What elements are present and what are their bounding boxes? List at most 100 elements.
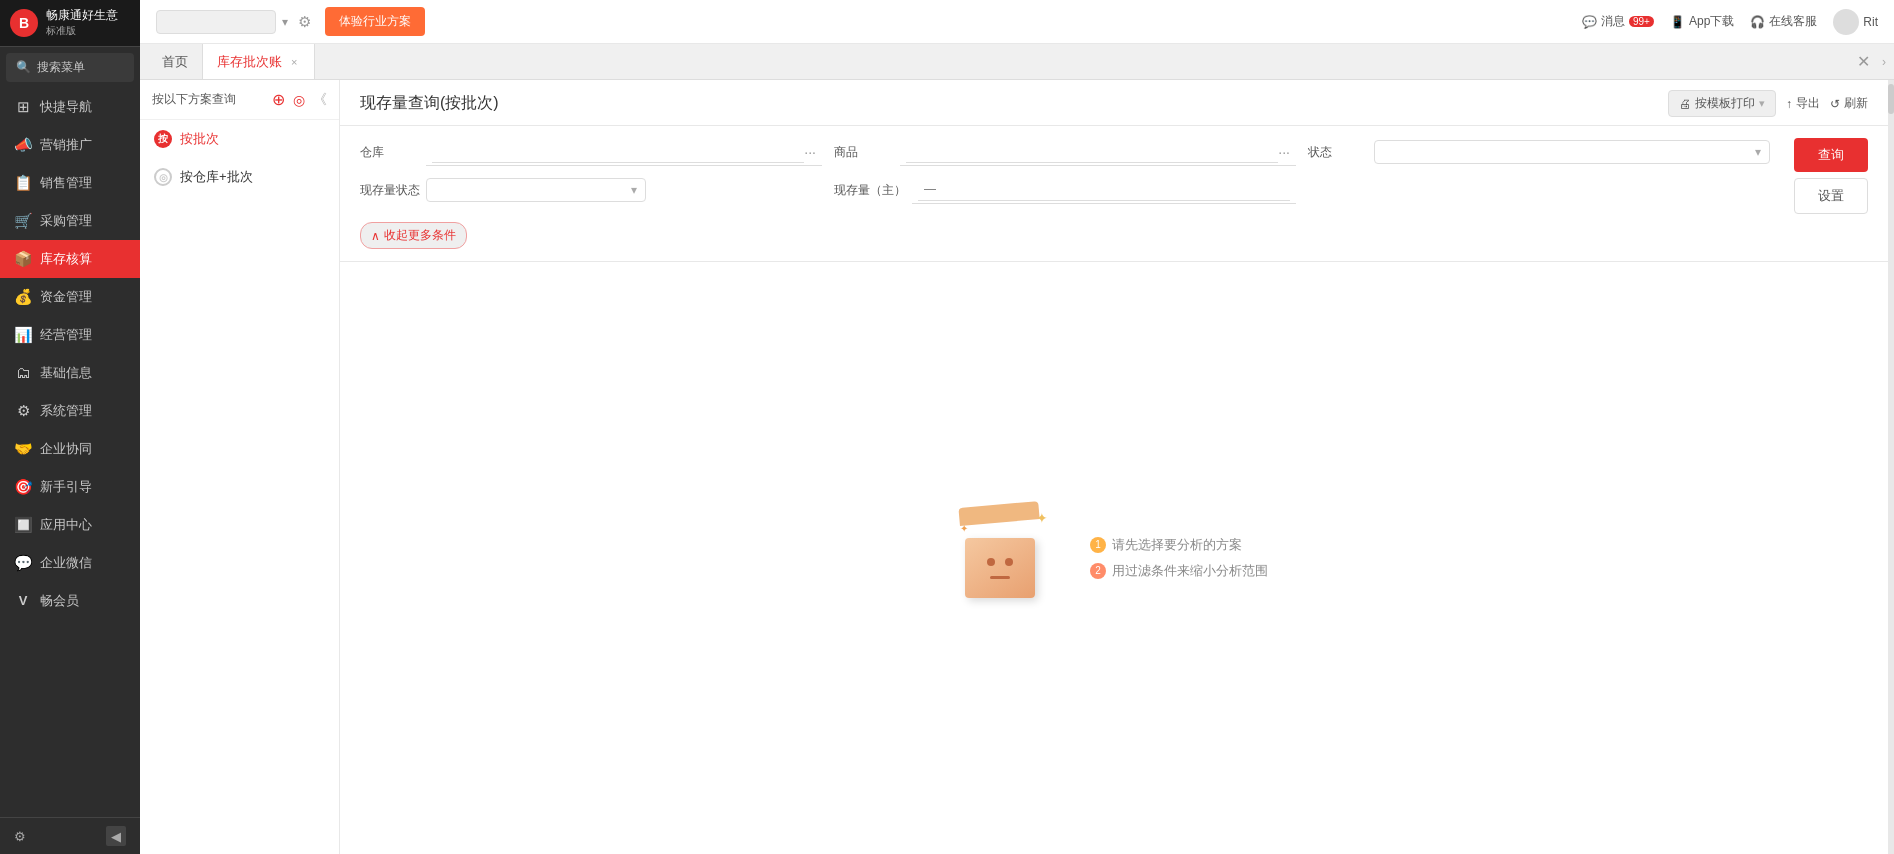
tip-text-2: 用过滤条件来缩小分析范围	[1112, 558, 1268, 584]
scroll-thumb[interactable]	[1888, 84, 1894, 114]
nav-label: 库存核算	[40, 250, 92, 268]
sidebar-item-guide[interactable]: 🎯 新手引导	[0, 468, 140, 506]
export-btn[interactable]: ↑ 导出	[1786, 95, 1820, 112]
sidebar-item-system[interactable]: ⚙ 系统管理	[0, 392, 140, 430]
app-download-icon: 📱	[1670, 15, 1685, 29]
tab-bar-arrow[interactable]: ›	[1882, 55, 1886, 69]
tip-num-1: 1	[1090, 537, 1106, 553]
scheme-item-by-warehouse-batch[interactable]: ◎ 按仓库+批次	[140, 158, 339, 196]
content-area: 按以下方案查询 ⊕ ◎ 《 按 按批次 ◎ 按仓库+批次 现存量查询(	[140, 80, 1894, 854]
scheme-item-by-batch[interactable]: 按 按批次	[140, 120, 339, 158]
app-download-label: App下载	[1689, 13, 1734, 30]
right-scrollbar[interactable]	[1888, 80, 1894, 854]
sidebar-item-vip[interactable]: V 畅会员	[0, 582, 140, 620]
collapse-more-btn[interactable]: ∧ 收起更多条件	[360, 222, 467, 249]
app-name: 畅康通好生意	[46, 8, 118, 24]
export-label: 导出	[1796, 95, 1820, 112]
nav-icon: 🎯	[14, 478, 32, 496]
nav-icon: 🛒	[14, 212, 32, 230]
nav-label: 系统管理	[40, 402, 92, 420]
sidebar-item-sales[interactable]: 📋 销售管理	[0, 164, 140, 202]
sidebar-footer: ⚙ ◀	[0, 817, 140, 854]
product-input-wrap: ···	[900, 138, 1296, 166]
print-btn[interactable]: 🖨 按模板打印 ▾	[1668, 90, 1776, 117]
tabbar: 首页 库存批次账 × ✕ ›	[140, 44, 1894, 80]
sidebar-item-basic[interactable]: 🗂 基础信息	[0, 354, 140, 392]
chevron-down-icon[interactable]: ▾	[282, 15, 288, 29]
gear-icon[interactable]: ⚙	[298, 13, 311, 31]
sidebar-item-enterprise[interactable]: 🤝 企业协同	[0, 430, 140, 468]
nav-icon: 📣	[14, 136, 32, 154]
empty-icon: ✦ ✦	[960, 508, 1060, 608]
tab-inventory-batch[interactable]: 库存批次账 ×	[203, 44, 315, 79]
collapse-panel-btn[interactable]: 《	[313, 91, 327, 109]
sidebar-item-operations[interactable]: 📊 经营管理	[0, 316, 140, 354]
nav-label: 采购管理	[40, 212, 92, 230]
refresh-btn[interactable]: ↺ 刷新	[1830, 95, 1868, 112]
status-chevron: ▾	[1755, 145, 1761, 159]
scheme-label: 按批次	[180, 130, 219, 148]
sidebar-header: B 畅康通好生意 标准版	[0, 0, 140, 47]
sidebar-item-inventory[interactable]: 📦 库存核算	[0, 240, 140, 278]
inventory-status-select[interactable]: ▾	[426, 178, 646, 202]
avatar	[1833, 9, 1859, 35]
tab-close-btn[interactable]: ×	[288, 55, 300, 69]
sidebar-search[interactable]: 🔍 搜索菜单	[6, 53, 134, 82]
tab-home-label: 首页	[162, 53, 188, 71]
nav-label: 新手引导	[40, 478, 92, 496]
refresh-label: 刷新	[1844, 95, 1868, 112]
nav-label: 企业协同	[40, 440, 92, 458]
print-chevron[interactable]: ▾	[1759, 97, 1765, 110]
nav-label: 应用中心	[40, 516, 92, 534]
warehouse-input[interactable]	[432, 140, 804, 163]
page-header: 现存量查询(按批次) 🖨 按模板打印 ▾ ↑ 导出 ↺	[340, 80, 1888, 126]
messages-icon: 💬	[1582, 15, 1597, 29]
page-header-actions: 🖨 按模板打印 ▾ ↑ 导出 ↺ 刷新	[1668, 90, 1868, 117]
collapse-bar: ∧ 收起更多条件	[360, 222, 1868, 249]
sidebar-item-finance[interactable]: 💰 资金管理	[0, 278, 140, 316]
left-panel-actions: ⊕ ◎ 《	[272, 90, 327, 109]
sidebar-item-quick-nav[interactable]: ⊞ 快捷导航	[0, 88, 140, 126]
nav-icon: 📦	[14, 250, 32, 268]
empty-state: ✦ ✦ 1 请先选择要分析的方案 2 用过滤条件来缩小分析范围	[340, 262, 1888, 854]
inventory-amount-label: 现存量（主）	[834, 182, 906, 199]
scheme-settings-btn[interactable]: ◎	[293, 92, 305, 108]
filter-inventory-status: 现存量状态 ▾	[360, 178, 822, 202]
app-download-btn[interactable]: 📱 App下载	[1670, 13, 1734, 30]
search-label: 搜索菜单	[37, 59, 85, 76]
product-more-icon[interactable]: ···	[1278, 144, 1290, 160]
inventory-amount-input[interactable]	[918, 178, 1290, 201]
product-label: 商品	[834, 144, 894, 161]
query-btn[interactable]: 查询	[1794, 138, 1868, 172]
add-scheme-btn[interactable]: ⊕	[272, 90, 285, 109]
tip-text-1: 请先选择要分析的方案	[1112, 532, 1242, 558]
user-profile[interactable]: Rit	[1833, 9, 1878, 35]
tab-label: 库存批次账	[217, 53, 282, 71]
status-select[interactable]: ▾	[1374, 140, 1770, 164]
messages-label: 消息	[1601, 13, 1625, 30]
settings-icon[interactable]: ⚙	[14, 829, 26, 844]
filter-product: 商品 ···	[834, 138, 1296, 166]
nav-icon: 🔲	[14, 516, 32, 534]
sidebar-item-appstore[interactable]: 🔲 应用中心	[0, 506, 140, 544]
filter-actions: 查询 设置	[1794, 138, 1868, 214]
online-service-btn[interactable]: 🎧 在线客服	[1750, 13, 1817, 30]
nav-icon: 📊	[14, 326, 32, 344]
filter-area: 仓库 ··· 商品 ···	[340, 126, 1888, 262]
messages-btn[interactable]: 💬 消息 99+	[1582, 13, 1654, 30]
sidebar-item-marketing[interactable]: 📣 营销推广	[0, 126, 140, 164]
tab-bar-close-btn[interactable]: ✕	[1849, 52, 1878, 71]
refresh-icon: ↺	[1830, 97, 1840, 111]
online-service-icon: 🎧	[1750, 15, 1765, 29]
settings-btn[interactable]: 设置	[1794, 178, 1868, 214]
sidebar-collapse-btn[interactable]: ◀	[106, 826, 126, 846]
sidebar-item-purchase[interactable]: 🛒 采购管理	[0, 202, 140, 240]
warehouse-more-icon[interactable]: ···	[804, 144, 816, 160]
exp-btn[interactable]: 体验行业方案	[325, 7, 425, 36]
sidebar-item-wxwork[interactable]: 💬 企业微信	[0, 544, 140, 582]
tab-home[interactable]: 首页	[148, 44, 203, 79]
product-input[interactable]	[906, 140, 1278, 163]
search-icon: 🔍	[16, 60, 31, 74]
sidebar-nav: ⊞ 快捷导航 📣 营销推广 📋 销售管理 🛒 采购管理 📦 库存核算 💰 资金管…	[0, 88, 140, 817]
topbar-search[interactable]	[156, 10, 276, 34]
